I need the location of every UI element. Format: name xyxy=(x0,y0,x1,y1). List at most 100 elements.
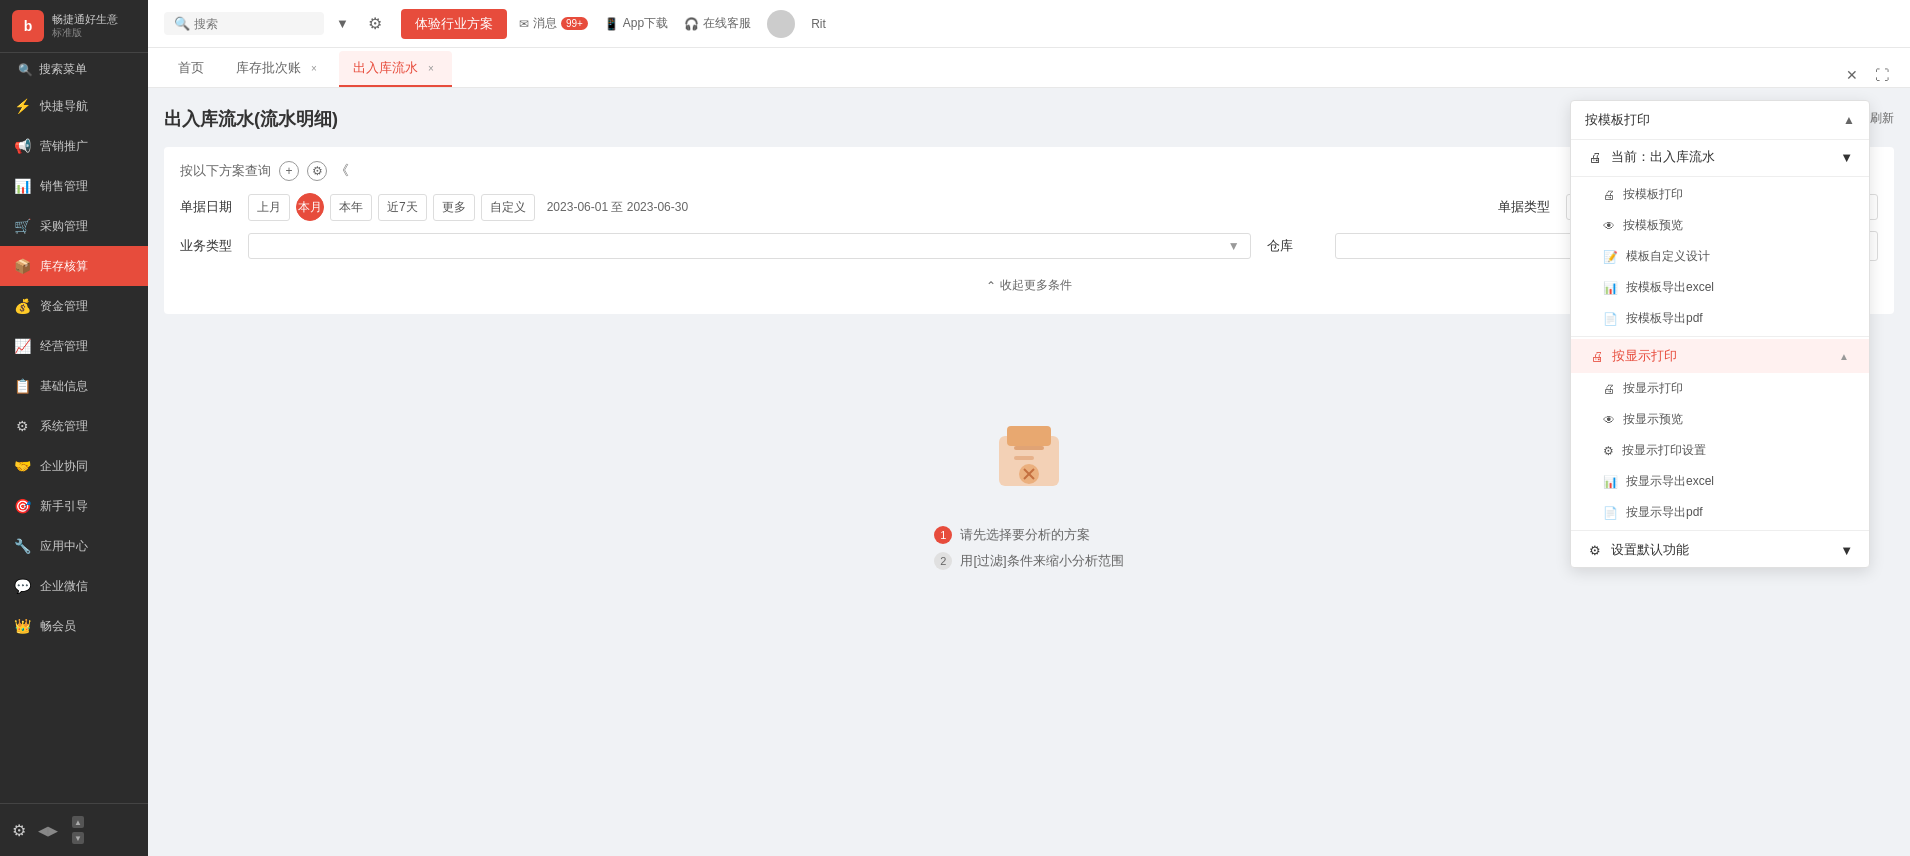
filter-add-btn[interactable]: + xyxy=(279,161,299,181)
sidebar-item-label: 畅会员 xyxy=(40,618,76,635)
display-preview-icon: 👁 xyxy=(1603,413,1615,427)
dropdown-display-preview[interactable]: 👁 按显示预览 xyxy=(1571,404,1869,435)
sidebar-item-label: 采购管理 xyxy=(40,218,88,235)
search-input[interactable] xyxy=(194,17,314,31)
industry-btn[interactable]: 体验行业方案 xyxy=(401,9,507,39)
sidebar: b 畅捷通好生意 标准版 🔍 搜索菜单 ⚡ 快捷导航 📢 营销推广 📊 销售管理… xyxy=(0,0,148,856)
topbar-dropdown-icon[interactable]: ▼ xyxy=(336,16,349,31)
template-pdf-label: 按模板导出pdf xyxy=(1626,310,1703,327)
svg-rect-2 xyxy=(1014,446,1044,450)
tab-close-all-btn[interactable]: ✕ xyxy=(1840,63,1864,87)
service-icon: 🎧 xyxy=(684,17,699,31)
dropdown-collapse-arrow[interactable]: ▲ xyxy=(1843,113,1855,127)
dropdown-display-excel[interactable]: 📊 按显示导出excel xyxy=(1571,466,1869,497)
business-type-filter-item: 业务类型 ▼ xyxy=(180,233,1251,259)
display-print-expand-arrow: ▲ xyxy=(1839,351,1849,362)
dropdown-template-preview[interactable]: 👁 按模板预览 xyxy=(1571,210,1869,241)
display-print-label: 按显示打印 xyxy=(1623,380,1683,397)
date-filter-item: 单据日期 上月 本月 本年 近7天 更多 自定义 2023-06-01 至 20… xyxy=(180,193,1482,221)
topbar-gear-btn[interactable]: ⚙ xyxy=(361,10,389,38)
member-icon: 👑 xyxy=(12,616,32,636)
date-btn-this-year[interactable]: 本年 xyxy=(330,194,372,221)
dropdown-default-settings[interactable]: ⚙ 设置默认功能 ▼ xyxy=(1571,533,1869,567)
dropdown-display-pdf[interactable]: 📄 按显示导出pdf xyxy=(1571,497,1869,528)
filter-title-label: 按以下方案查询 xyxy=(180,162,271,180)
scroll-down-btn[interactable]: ▼ xyxy=(72,832,84,844)
divider-3 xyxy=(1571,530,1869,531)
sidebar-item-guide[interactable]: 🎯 新手引导 xyxy=(0,486,148,526)
business-type-select-right: ▼ xyxy=(1228,239,1240,253)
dropdown-display-print[interactable]: 🖨 按显示打印 xyxy=(1571,373,1869,404)
sidebar-item-label: 新手引导 xyxy=(40,498,88,515)
dropdown-template-custom[interactable]: 📝 模板自定义设计 xyxy=(1571,241,1869,272)
business-type-select[interactable]: ▼ xyxy=(248,233,1251,259)
date-btn-last-month[interactable]: 上月 xyxy=(248,194,290,221)
user-name: Rit xyxy=(811,17,826,31)
sidebar-item-basic[interactable]: 📋 基础信息 xyxy=(0,366,148,406)
filter-collapse-btn[interactable]: 《 xyxy=(335,162,349,180)
dropdown-display-print-header[interactable]: 🖨 按显示打印 ▲ xyxy=(1571,339,1869,373)
collapse-more-icon: ⌃ xyxy=(986,279,996,293)
sidebar-item-system[interactable]: ⚙ 系统管理 xyxy=(0,406,148,446)
page-title: 出入库流水(流水明细) xyxy=(164,107,338,131)
display-print-icon: 🖨 xyxy=(1603,382,1615,396)
topbar-search-box[interactable]: 🔍 xyxy=(164,12,324,35)
date-btn-7days[interactable]: 近7天 xyxy=(378,194,427,221)
tab-flow[interactable]: 出入库流水 × xyxy=(339,51,452,87)
settings-icon[interactable]: ⚙ xyxy=(12,821,26,840)
warehouse-label: 仓库 xyxy=(1267,237,1327,255)
message-label: 消息 xyxy=(533,15,557,32)
sidebar-item-label: 企业微信 xyxy=(40,578,88,595)
sidebar-item-purchase[interactable]: 🛒 采购管理 xyxy=(0,206,148,246)
sidebar-item-wechat[interactable]: 💬 企业微信 xyxy=(0,566,148,606)
collapse-icon[interactable]: ◀▶ xyxy=(38,823,58,838)
dropdown-display-print-settings[interactable]: ⚙ 按显示打印设置 xyxy=(1571,435,1869,466)
display-print-header-icon: 🖨 xyxy=(1591,349,1604,364)
dropdown-current-item[interactable]: 🖨 当前：出入库流水 ▼ xyxy=(1571,140,1869,174)
sidebar-item-quick-nav[interactable]: ⚡ 快捷导航 xyxy=(0,86,148,126)
sidebar-item-member[interactable]: 👑 畅会员 xyxy=(0,606,148,646)
guide-icon: 🎯 xyxy=(12,496,32,516)
current-item-arrow: ▼ xyxy=(1840,150,1853,165)
online-service-btn[interactable]: 🎧 在线客服 xyxy=(684,15,751,32)
sidebar-search-btn[interactable]: 🔍 搜索菜单 xyxy=(0,53,148,86)
date-btn-this-month[interactable]: 本月 xyxy=(296,193,324,221)
divider-1 xyxy=(1571,176,1869,177)
sidebar-item-app-center[interactable]: 🔧 应用中心 xyxy=(0,526,148,566)
dropdown-template-pdf[interactable]: 📄 按模板导出pdf xyxy=(1571,303,1869,334)
sidebar-item-operations[interactable]: 📈 经营管理 xyxy=(0,326,148,366)
user-avatar[interactable] xyxy=(767,10,795,38)
svg-rect-1 xyxy=(1007,426,1051,446)
sidebar-item-inventory[interactable]: 📦 库存核算 xyxy=(0,246,148,286)
sidebar-item-marketing[interactable]: 📢 营销推广 xyxy=(0,126,148,166)
scroll-up-btn[interactable]: ▲ xyxy=(72,816,84,828)
filter-settings-btn[interactable]: ⚙ xyxy=(307,161,327,181)
date-range-display: 2023-06-01 至 2023-06-30 xyxy=(547,199,688,216)
dropdown-template-print[interactable]: 🖨 按模板打印 xyxy=(1571,179,1869,210)
tab-batch-close[interactable]: × xyxy=(307,61,321,75)
current-item-icon: 🖨 xyxy=(1587,149,1603,165)
tabs-bar: 首页 库存批次账 × 出入库流水 × ✕ ⛶ xyxy=(148,48,1910,88)
date-btn-more[interactable]: 更多 xyxy=(433,194,475,221)
tab-batch[interactable]: 库存批次账 × xyxy=(222,51,335,87)
sidebar-item-label: 库存核算 xyxy=(40,258,88,275)
display-print-settings-icon: ⚙ xyxy=(1603,444,1614,458)
tab-home-label: 首页 xyxy=(178,59,204,77)
message-btn[interactable]: ✉ 消息 99+ xyxy=(519,15,588,32)
sidebar-item-cooperation[interactable]: 🤝 企业协同 xyxy=(0,446,148,486)
system-icon: ⚙ xyxy=(12,416,32,436)
sidebar-item-label: 资金管理 xyxy=(40,298,88,315)
sidebar-item-sales[interactable]: 📊 销售管理 xyxy=(0,166,148,206)
sidebar-item-finance[interactable]: 💰 资金管理 xyxy=(0,286,148,326)
dropdown-template-excel[interactable]: 📊 按模板导出excel xyxy=(1571,272,1869,303)
tab-home[interactable]: 首页 xyxy=(164,51,218,87)
tab-maximize-btn[interactable]: ⛶ xyxy=(1870,63,1894,87)
topbar-user-actions: ✉ 消息 99+ 📱 App下载 🎧 在线客服 Rit xyxy=(519,10,826,38)
template-excel-icon: 📊 xyxy=(1603,281,1618,295)
date-btn-custom[interactable]: 自定义 xyxy=(481,194,535,221)
tab-flow-close[interactable]: × xyxy=(424,61,438,75)
sidebar-scrollbar[interactable]: ▲ ▼ xyxy=(70,814,86,846)
app-download-btn[interactable]: 📱 App下载 xyxy=(604,15,668,32)
app-name: 畅捷通好生意 xyxy=(52,12,118,26)
display-pdf-label: 按显示导出pdf xyxy=(1626,504,1703,521)
